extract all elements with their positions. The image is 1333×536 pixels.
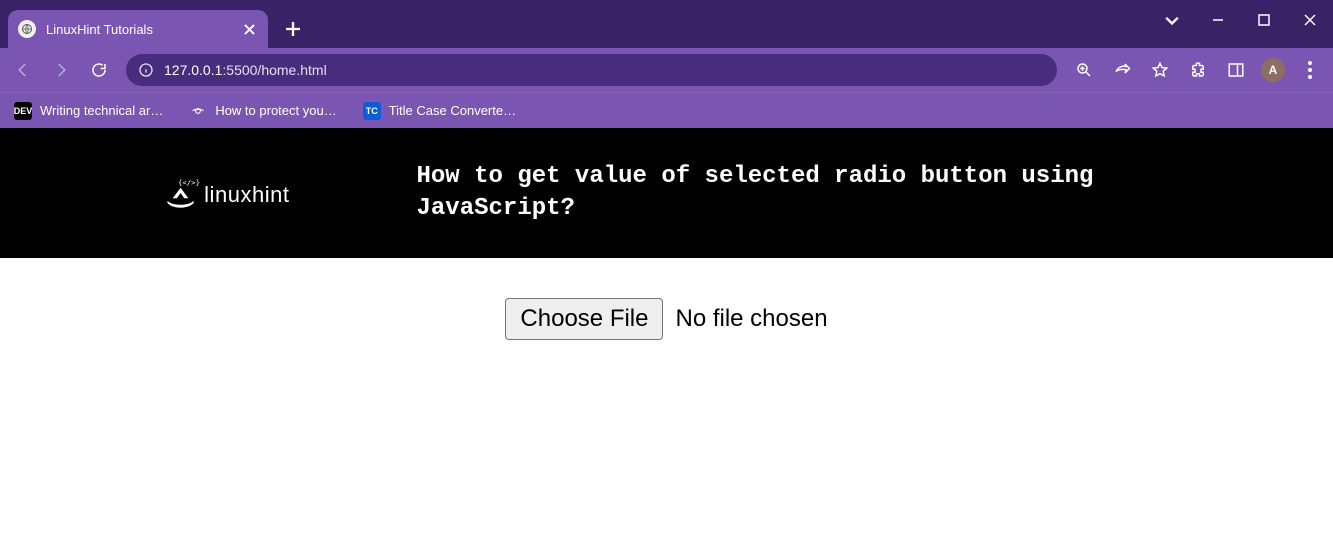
bookmark-label: How to protect you… — [215, 103, 336, 118]
share-icon[interactable] — [1105, 53, 1139, 87]
bookmark-label: Title Case Converte… — [389, 103, 516, 118]
bookmark-item[interactable]: TC Title Case Converte… — [357, 98, 522, 124]
close-icon[interactable] — [242, 22, 256, 36]
address-bar[interactable]: 127.0.0.1:5500/home.html — [126, 54, 1057, 86]
globe-icon — [18, 20, 36, 38]
bookmark-label: Writing technical ar… — [40, 103, 163, 118]
logo-text: linuxhint — [204, 182, 289, 207]
bookmark-favicon: DEV — [14, 102, 32, 120]
reload-button[interactable] — [82, 53, 116, 87]
zoom-icon[interactable] — [1067, 53, 1101, 87]
bookmark-favicon — [189, 102, 207, 120]
back-button[interactable] — [6, 53, 40, 87]
bookmarks-bar: DEV Writing technical ar… How to protect… — [0, 92, 1333, 128]
file-input-status: No file chosen — [675, 305, 827, 333]
minimize-button[interactable] — [1195, 0, 1241, 40]
page-title: How to get value of selected radio butto… — [417, 161, 1177, 226]
page-content: Choose File No file chosen — [0, 258, 1333, 340]
bookmark-item[interactable]: How to protect you… — [183, 98, 342, 124]
forward-button[interactable] — [44, 53, 78, 87]
window-controls — [1149, 0, 1333, 40]
maximize-button[interactable] — [1241, 0, 1287, 40]
choose-file-button[interactable]: Choose File — [505, 298, 663, 340]
info-icon[interactable] — [138, 62, 154, 78]
side-panel-icon[interactable] — [1219, 53, 1253, 87]
svg-text:linuxhint: linuxhint — [204, 182, 289, 207]
url-path: :5500/home.html — [222, 62, 326, 78]
bookmark-favicon: TC — [363, 102, 381, 120]
url-host: 127.0.0.1 — [164, 62, 222, 78]
extensions-icon[interactable] — [1181, 53, 1215, 87]
tab-title: LinuxHint Tutorials — [46, 22, 232, 37]
kebab-menu-icon[interactable] — [1293, 53, 1327, 87]
close-window-button[interactable] — [1287, 0, 1333, 40]
chevron-down-icon[interactable] — [1149, 0, 1195, 40]
page-banner: {</>} linuxhint How to get value of sele… — [0, 128, 1333, 258]
browser-toolbar: 127.0.0.1:5500/home.html A — [0, 48, 1333, 92]
file-input-row: Choose File No file chosen — [505, 298, 827, 340]
browser-tab-active[interactable]: LinuxHint Tutorials — [8, 10, 268, 48]
new-tab-button[interactable] — [278, 14, 308, 44]
profile-avatar[interactable]: A — [1261, 58, 1285, 82]
svg-text:{</>}: {</>} — [177, 178, 199, 187]
bookmark-item[interactable]: DEV Writing technical ar… — [8, 98, 169, 124]
avatar-initial: A — [1269, 63, 1278, 77]
bookmark-star-icon[interactable] — [1143, 53, 1177, 87]
linuxhint-logo: {</>} linuxhint — [157, 157, 377, 229]
url-text: 127.0.0.1:5500/home.html — [164, 62, 327, 78]
browser-titlebar: LinuxHint Tutorials — [0, 0, 1333, 48]
